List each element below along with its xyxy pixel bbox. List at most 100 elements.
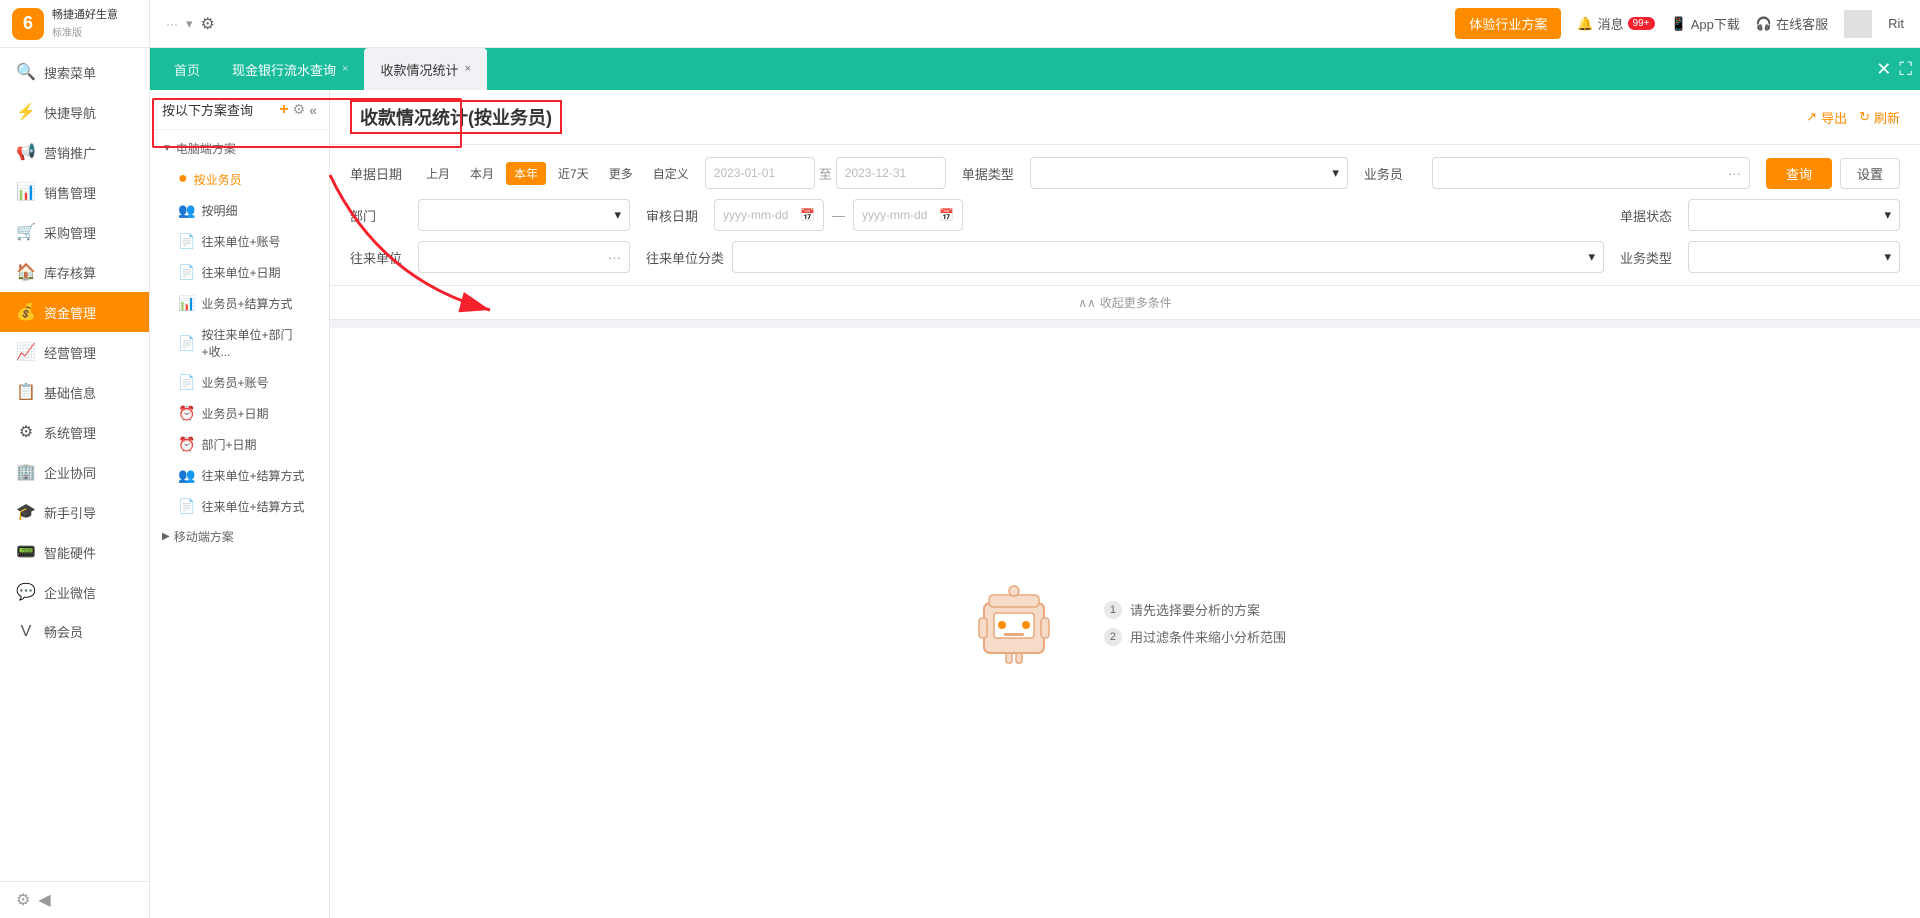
system-icon: ⚙ xyxy=(16,422,36,442)
sidebar-item-hardware[interactable]: 📟 智能硬件 xyxy=(0,532,149,572)
collapse-bar[interactable]: ∧∧ 收起更多条件 xyxy=(330,286,1920,320)
notification-btn[interactable]: 🔔 消息 99+ xyxy=(1577,14,1654,33)
tip-num-1: 1 xyxy=(1104,601,1122,619)
scheme-collapse-icon[interactable]: « xyxy=(309,102,317,118)
empty-tip-1: 1 请先选择要分析的方案 xyxy=(1104,600,1286,619)
scheme-mobile-expand-icon: ▶ xyxy=(162,531,170,542)
date-btn-last-month[interactable]: 上月 xyxy=(418,162,458,185)
scheme-item-partner-settle1[interactable]: 👥 往来单位+结算方式 xyxy=(150,460,329,491)
date-btn-more[interactable]: 更多 xyxy=(601,162,641,185)
sidebar-collapse-icon[interactable]: ◀ xyxy=(38,890,50,910)
sidebar-item-guide[interactable]: 🎓 新手引导 xyxy=(0,492,149,532)
partner-more-icon[interactable]: ··· xyxy=(608,250,621,265)
scheme-item-staff-account[interactable]: 📄 业务员+账号 xyxy=(150,367,329,398)
sidebar-item-sales[interactable]: 📊 销售管理 xyxy=(0,172,149,212)
form-row-2: 部门 ▾ 审核日期 yyyy-mm-dd 📅 — yyyy-mm-dd xyxy=(350,199,1900,231)
date-btn-7days[interactable]: 近7天 xyxy=(550,162,597,185)
staff-more-icon[interactable]: ··· xyxy=(1728,166,1741,181)
service-icon: 🎧 xyxy=(1756,16,1772,32)
status-field: 单据状态 ▾ xyxy=(1620,199,1900,231)
header-gear-icon[interactable]: ⚙ xyxy=(201,14,215,34)
sidebar-item-marketing[interactable]: 📢 营销推广 xyxy=(0,132,149,172)
refresh-btn[interactable]: ↻ 刷新 xyxy=(1859,108,1900,127)
scheme-detail-icon: 👥 xyxy=(178,202,195,219)
close-window-icon[interactable]: ✕ xyxy=(1876,59,1891,80)
dept-label: 部门 xyxy=(350,206,410,225)
collapse-btn[interactable]: ∧∧ 收起更多条件 xyxy=(1078,294,1172,311)
sidebar-item-operation[interactable]: 📈 经营管理 xyxy=(0,332,149,372)
scheme-item-detail[interactable]: 👥 按明细 xyxy=(150,195,329,226)
scheme-item-partner-account[interactable]: 📄 往来单位+账号 xyxy=(150,226,329,257)
staff-field: 业务员 ··· xyxy=(1364,157,1750,189)
biz-type-select[interactable]: ▾ xyxy=(1688,241,1900,273)
scheme-partner-settle2-icon: 📄 xyxy=(178,498,195,515)
sidebar-item-search[interactable]: 🔍 搜索菜单 xyxy=(0,52,149,92)
scheme-gear-icon[interactable]: ⚙ xyxy=(293,101,306,118)
close-tab-collection[interactable]: × xyxy=(464,63,470,75)
review-date-label: 审核日期 xyxy=(646,206,706,225)
user-avatar[interactable] xyxy=(1844,10,1872,38)
close-tab-bank[interactable]: × xyxy=(342,63,348,75)
scheme-staff-account-icon: 📄 xyxy=(178,374,195,391)
sidebar-item-inventory[interactable]: 🏠 库存核算 xyxy=(0,252,149,292)
tab-home[interactable]: 首页 xyxy=(158,48,216,90)
sidebar-item-member[interactable]: V 畅会员 xyxy=(0,612,149,651)
partner-input[interactable]: ··· xyxy=(418,241,630,273)
app-logo-icon: 6 xyxy=(12,8,44,40)
member-icon: V xyxy=(16,623,36,641)
date-btn-custom[interactable]: 自定义 xyxy=(645,162,697,185)
app-name: 畅捷通好生意 xyxy=(52,8,118,23)
scheme-staff-date-icon: ⏰ xyxy=(178,405,195,422)
date-btn-this-month[interactable]: 本月 xyxy=(462,162,502,185)
scheme-group-expand-icon: ▼ xyxy=(162,143,172,154)
online-service-btn[interactable]: 🎧 在线客服 xyxy=(1756,14,1828,33)
date-field: 单据日期 上月 本月 本年 近7天 更多 自定义 2023-01-01 至 xyxy=(350,157,946,189)
trial-btn[interactable]: 体验行业方案 xyxy=(1455,8,1561,39)
sidebar-item-system[interactable]: ⚙ 系统管理 xyxy=(0,412,149,452)
export-btn[interactable]: ↗ 导出 xyxy=(1806,108,1847,127)
sidebar-item-weixin[interactable]: 💬 企业微信 xyxy=(0,572,149,612)
status-label: 单据状态 xyxy=(1620,206,1680,225)
sidebar-item-corp[interactable]: 🏢 企业协同 xyxy=(0,452,149,492)
review-start-input[interactable]: yyyy-mm-dd 📅 xyxy=(714,199,824,231)
scheme-group-mobile[interactable]: ▶ 移动端方案 xyxy=(150,522,329,551)
scheme-partner-dept-icon: 📄 xyxy=(178,335,195,352)
partner-type-select[interactable]: ▾ xyxy=(732,241,1604,273)
scheme-item-partner-settle2[interactable]: 📄 往来单位+结算方式 xyxy=(150,491,329,522)
scheme-item-staff-settle[interactable]: 📊 业务员+结算方式 xyxy=(150,288,329,319)
scheme-group-pc[interactable]: ▼ 电脑端方案 xyxy=(150,134,329,163)
breadcrumb-dropdown-icon[interactable]: ▾ xyxy=(186,16,193,32)
query-button[interactable]: 查询 xyxy=(1766,158,1832,189)
scheme-item-partner-dept[interactable]: 📄 按往来单位+部门+收... xyxy=(150,319,329,367)
tab-collection-stats[interactable]: 收款情况统计 × xyxy=(364,48,486,90)
top-header-breadcrumb: ··· ▾ ⚙ xyxy=(166,14,1455,34)
search-menu-icon: 🔍 xyxy=(16,62,36,82)
date-btn-this-year[interactable]: 本年 xyxy=(506,162,546,185)
scheme-item-partner-date[interactable]: 📄 往来单位+日期 xyxy=(150,257,329,288)
sidebar-item-purchase[interactable]: 🛒 采购管理 xyxy=(0,212,149,252)
scheme-header: 按以下方案查询 + ⚙ « xyxy=(150,90,329,130)
scheme-item-dept-date[interactable]: ⏰ 部门+日期 xyxy=(150,429,329,460)
app-download-btn[interactable]: 📱 App下载 xyxy=(1671,14,1740,33)
sidebar-settings-icon[interactable]: ⚙ xyxy=(16,890,30,910)
sidebar-item-basic[interactable]: 📋 基础信息 xyxy=(0,372,149,412)
status-select[interactable]: ▾ xyxy=(1688,199,1900,231)
scheme-group-mobile-label: 移动端方案 xyxy=(174,528,234,545)
sidebar-item-finance[interactable]: 💰 资金管理 xyxy=(0,292,149,332)
maximize-window-icon[interactable]: ⛶ xyxy=(1899,59,1912,80)
dept-select[interactable]: ▾ xyxy=(418,199,630,231)
scheme-add-icon[interactable]: + xyxy=(279,101,288,119)
date-end-input[interactable]: 2023-12-31 xyxy=(836,157,946,189)
date-sep: 至 xyxy=(819,164,832,183)
tab-bank-flow[interactable]: 现金银行流水查询 × xyxy=(216,48,364,90)
sidebar-item-shortcut[interactable]: ⚡ 快捷导航 xyxy=(0,92,149,132)
type-dropdown-icon: ▾ xyxy=(1332,165,1339,181)
review-end-input[interactable]: yyyy-mm-dd 📅 xyxy=(853,199,963,231)
scheme-item-staff-date[interactable]: ⏰ 业务员+日期 xyxy=(150,398,329,429)
scheme-item-by-staff[interactable]: ● 按业务员 xyxy=(150,163,329,195)
date-start-input[interactable]: 2023-01-01 xyxy=(705,157,815,189)
type-select[interactable]: ▾ xyxy=(1030,157,1348,189)
header-right-actions: 体验行业方案 🔔 消息 99+ 📱 App下载 🎧 在线客服 Rit xyxy=(1455,8,1904,39)
staff-input[interactable]: ··· xyxy=(1432,157,1750,189)
setting-button[interactable]: 设置 xyxy=(1840,158,1900,189)
